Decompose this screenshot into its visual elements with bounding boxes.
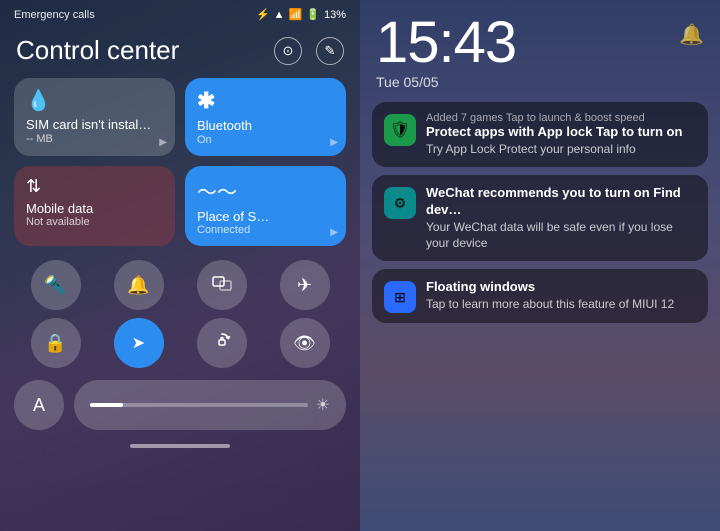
bell-btn[interactable]: 🔔 bbox=[114, 260, 164, 310]
screenshot-btn[interactable] bbox=[197, 260, 247, 310]
floating-sub-text: Tap to learn more about this feature of … bbox=[426, 297, 674, 313]
notifications-panel: 15:43 Tue 05/05 🔔 🛡 Added 7 games Tap to… bbox=[360, 0, 720, 531]
rotate-lock-btn[interactable] bbox=[197, 318, 247, 368]
battery-icon: 🔋 bbox=[306, 8, 320, 21]
eye-icon: 👁 bbox=[293, 333, 316, 354]
mobile-data-sublabel: Not available bbox=[26, 216, 163, 228]
wechat-main-text: WeChat recommends you to turn on Find de… bbox=[426, 185, 696, 219]
applock-sub-text: Try App Lock Protect your personal info bbox=[426, 142, 682, 158]
signal-status-icon: 📶 bbox=[289, 8, 303, 21]
brightness-fill bbox=[90, 403, 123, 407]
notif-header: 15:43 Tue 05/05 🔔 bbox=[360, 0, 720, 98]
floating-content: Floating windows Tap to learn more about… bbox=[426, 279, 674, 312]
battery-percent: 13% bbox=[324, 9, 346, 21]
lock-btn[interactable]: 🔒 bbox=[31, 318, 81, 368]
eye-btn[interactable]: 👁 bbox=[280, 318, 330, 368]
applock-content: Added 7 games Tap to launch & boost spee… bbox=[426, 112, 682, 157]
wechat-app-icon: ⚙ bbox=[384, 187, 416, 219]
wifi-status-icon: ▲ bbox=[274, 9, 285, 21]
bluetooth-sublabel: On bbox=[197, 134, 334, 146]
sim-arrow: ▶ bbox=[159, 137, 167, 148]
flashlight-icon: 🔦 bbox=[44, 275, 66, 296]
airplane-icon: ✈ bbox=[297, 275, 312, 296]
brightness-track bbox=[90, 403, 308, 407]
mobile-data-tile[interactable]: ⇅ Mobile data Not available bbox=[14, 166, 175, 247]
bluetooth-label: Bluetooth bbox=[197, 118, 334, 134]
notification-floating-windows[interactable]: ⊞ Floating windows Tap to learn more abo… bbox=[372, 269, 708, 323]
flashlight-btn[interactable]: 🔦 bbox=[31, 260, 81, 310]
mobile-data-label: Mobile data bbox=[26, 201, 163, 217]
edit-icon-btn[interactable]: ✎ bbox=[316, 37, 344, 65]
mobile-data-icon: ⇅ bbox=[26, 176, 163, 197]
bottom-row: A ☀ bbox=[0, 380, 360, 430]
edit-icon: ✎ bbox=[325, 43, 336, 59]
bluetooth-icon: ✱ bbox=[197, 88, 334, 114]
wifi-sublabel: Connected bbox=[197, 224, 334, 236]
font-icon: A bbox=[33, 395, 45, 416]
clock-date: Tue 05/05 bbox=[376, 74, 516, 90]
sim-sublabel: -- MB bbox=[26, 133, 163, 145]
rotate-lock-icon bbox=[212, 331, 232, 355]
font-btn[interactable]: A bbox=[14, 380, 64, 430]
airplane-btn[interactable]: ✈ bbox=[280, 260, 330, 310]
applock-top-line: Added 7 games Tap to launch & boost spee… bbox=[426, 112, 682, 124]
sim-label: SIM card isn't instal… bbox=[26, 117, 163, 133]
applock-icon-symbol: 🛡 bbox=[390, 120, 410, 140]
floating-app-icon: ⊞ bbox=[384, 281, 416, 313]
wifi-tile[interactable]: 〜〜 Place of S… Connected ▶ bbox=[185, 166, 346, 247]
clock-time: 15:43 bbox=[376, 14, 516, 72]
notif-card-header-floating: ⊞ Floating windows Tap to learn more abo… bbox=[384, 279, 696, 313]
applock-app-icon: 🛡 bbox=[384, 114, 416, 146]
location-btn[interactable]: ➤ bbox=[114, 318, 164, 368]
status-bar: Emergency calls ⚡ ▲ 📶 🔋 13% bbox=[0, 0, 360, 25]
notif-card-header-wechat: ⚙ WeChat recommends you to turn on Find … bbox=[384, 185, 696, 251]
location-icon: ➤ bbox=[132, 333, 145, 353]
floating-main-text: Floating windows bbox=[426, 279, 674, 296]
notification-app-lock[interactable]: 🛡 Added 7 games Tap to launch & boost sp… bbox=[372, 102, 708, 167]
time-date-block: 15:43 Tue 05/05 bbox=[376, 14, 516, 90]
notification-list: 🛡 Added 7 games Tap to launch & boost sp… bbox=[360, 98, 720, 327]
notification-wechat[interactable]: ⚙ WeChat recommends you to turn on Find … bbox=[372, 175, 708, 261]
circle-row-2: 🔒 ➤ 👁 bbox=[0, 318, 360, 380]
quick-tiles-grid: 💧 SIM card isn't instal… -- MB ▶ ✱ Bluet… bbox=[0, 78, 360, 246]
cc-header-actions: ⊙ ✎ bbox=[274, 37, 344, 65]
applock-main-text: Protect apps with App lock Tap to turn o… bbox=[426, 124, 682, 141]
bell-icon: 🔔 bbox=[679, 24, 704, 46]
control-center-panel: Emergency calls ⚡ ▲ 📶 🔋 13% Control cent… bbox=[0, 0, 360, 531]
screenshot-icon bbox=[212, 273, 232, 298]
settings-icon-btn[interactable]: ⊙ bbox=[274, 37, 302, 65]
bluetooth-tile[interactable]: ✱ Bluetooth On ▶ bbox=[185, 78, 346, 156]
brightness-slider[interactable]: ☀ bbox=[74, 380, 346, 430]
brightness-icon: ☀ bbox=[316, 395, 330, 415]
status-icons: ⚡ ▲ 📶 🔋 13% bbox=[256, 8, 346, 21]
bluetooth-arrow: ▶ bbox=[330, 137, 338, 148]
notification-bell-btn[interactable]: 🔔 bbox=[679, 22, 704, 47]
cc-header: Control center ⊙ ✎ bbox=[0, 25, 360, 78]
wechat-sub-text: Your WeChat data will be safe even if yo… bbox=[426, 220, 696, 251]
wifi-icon: 〜〜 bbox=[197, 176, 334, 205]
home-indicator-area bbox=[0, 430, 360, 454]
home-bar[interactable] bbox=[130, 444, 230, 448]
settings-icon: ⊙ bbox=[283, 43, 294, 59]
cc-title: Control center bbox=[16, 35, 179, 66]
wifi-label: Place of S… bbox=[197, 209, 334, 225]
notif-card-header-applock: 🛡 Added 7 games Tap to launch & boost sp… bbox=[384, 112, 696, 157]
sim-tile[interactable]: 💧 SIM card isn't instal… -- MB ▶ bbox=[14, 78, 175, 156]
floating-icon-symbol: ⊞ bbox=[394, 289, 406, 306]
emergency-calls-label: Emergency calls bbox=[14, 9, 95, 21]
wechat-icon-symbol: ⚙ bbox=[394, 195, 407, 212]
wechat-content: WeChat recommends you to turn on Find de… bbox=[426, 185, 696, 251]
sim-icon: 💧 bbox=[26, 88, 163, 113]
wifi-arrow: ▶ bbox=[330, 227, 338, 238]
bell-icon: 🔔 bbox=[127, 275, 149, 296]
bluetooth-status-icon: ⚡ bbox=[256, 8, 270, 21]
circle-row-1: 🔦 🔔 ✈ bbox=[0, 246, 360, 318]
lock-icon: 🔒 bbox=[44, 333, 66, 354]
